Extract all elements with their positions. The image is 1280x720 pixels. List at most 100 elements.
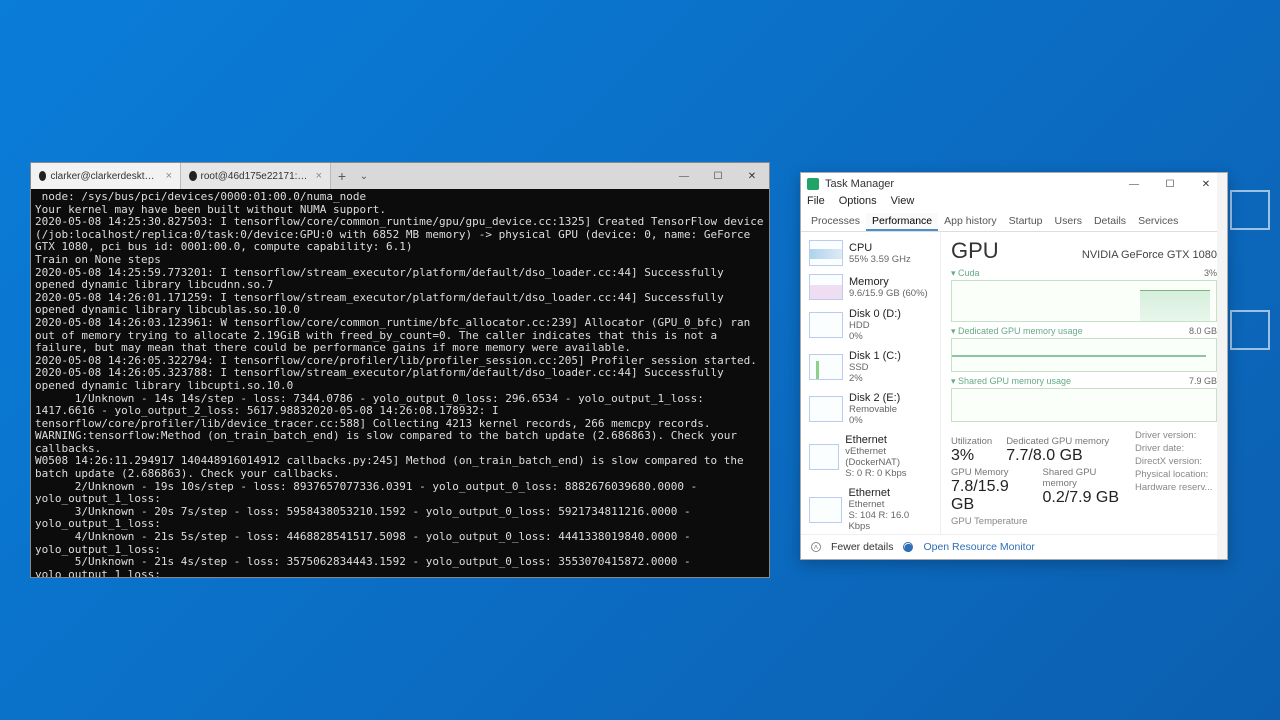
- fewer-details-link[interactable]: Fewer details: [831, 541, 893, 553]
- graph-label[interactable]: ▾ Shared GPU memory usage: [951, 376, 1071, 387]
- stat-label: Shared GPU memory: [1043, 467, 1125, 489]
- terminal-tab-label: root@46d175e22171: /mnt/c/U...: [201, 171, 310, 182]
- terminal-tabbar: clarker@clarkerdesktop: /mnt/c... × root…: [31, 163, 769, 189]
- gpu-model: NVIDIA GeForce GTX 1080: [1082, 249, 1217, 261]
- stat-value: 7.8/15.9 GB: [951, 478, 1029, 514]
- menu-view[interactable]: View: [891, 195, 915, 211]
- close-button[interactable]: ✕: [735, 163, 769, 189]
- device-name: Disk 1 (C:): [849, 350, 901, 362]
- graph-label[interactable]: ▾ Cuda: [951, 268, 980, 279]
- device-sub: HDD: [849, 320, 901, 331]
- device-name: Ethernet: [848, 487, 932, 499]
- sidebar-item-5[interactable]: EthernetvEthernet (DockerNAT)S: 0 R: 0 K…: [801, 430, 940, 483]
- sidebar-item-1[interactable]: Memory9.6/15.9 GB (60%): [801, 270, 940, 304]
- taskmanager-main: GPU NVIDIA GeForce GTX 1080 ▾ Cuda 3% ▾ De…: [941, 232, 1227, 534]
- tab-performance[interactable]: Performance: [866, 213, 938, 231]
- sidebar-item-6[interactable]: EthernetEthernetS: 104 R: 16.0 Kbps: [801, 483, 940, 534]
- sidebar-item-3[interactable]: Disk 1 (C:)SSD2%: [801, 346, 940, 388]
- graph-cuda[interactable]: [951, 280, 1217, 322]
- taskmanager-sidebar[interactable]: CPU55% 3.59 GHzMemory9.6/15.9 GB (60%)Di…: [801, 232, 941, 534]
- device-name: Ethernet: [845, 434, 932, 446]
- device-sub: 55% 3.59 GHz: [849, 254, 911, 265]
- graph-label[interactable]: ▾ Dedicated GPU memory usage: [951, 326, 1083, 337]
- sidebar-item-0[interactable]: CPU55% 3.59 GHz: [801, 236, 940, 270]
- terminal-output[interactable]: node: /sys/bus/pci/devices/0000:01:00.0/…: [31, 189, 769, 577]
- graph-ded[interactable]: [951, 338, 1217, 372]
- device-name: Memory: [849, 276, 928, 288]
- device-sub2: S: 104 R: 16.0 Kbps: [848, 510, 932, 532]
- taskmanager-footer: ˄ Fewer details ⬤ Open Resource Monitor: [801, 534, 1227, 559]
- device-thumb: [809, 354, 843, 380]
- tab-startup[interactable]: Startup: [1003, 213, 1049, 231]
- maximize-button[interactable]: ☐: [701, 163, 735, 189]
- stat-label: GPU Memory: [951, 467, 1029, 478]
- taskmanager-tabs: ProcessesPerformanceApp historyStartupUs…: [801, 211, 1227, 232]
- taskmanager-window: Task Manager — ☐ ✕ File Options View Pro…: [800, 172, 1228, 560]
- tab-processes[interactable]: Processes: [805, 213, 866, 231]
- minimize-button[interactable]: —: [1119, 179, 1149, 190]
- graph-shr[interactable]: [951, 388, 1217, 422]
- device-name: Disk 0 (D:): [849, 308, 901, 320]
- device-thumb: [809, 274, 843, 300]
- stat-value: 0.2/7.9 GB: [1043, 489, 1125, 507]
- chevron-up-icon[interactable]: ˄: [811, 542, 821, 552]
- tab-close-icon[interactable]: ×: [164, 170, 172, 182]
- menu-file[interactable]: File: [807, 195, 825, 211]
- tab-close-icon[interactable]: ×: [314, 170, 322, 182]
- info-label: DirectX version:: [1135, 456, 1217, 467]
- device-thumb: [809, 312, 843, 338]
- sidebar-item-2[interactable]: Disk 0 (D:)HDD0%: [801, 304, 940, 346]
- sidebar-item-4[interactable]: Disk 2 (E:)Removable0%: [801, 388, 940, 430]
- stat-value: 7.7/8.0 GB: [1006, 447, 1109, 465]
- graph-max: 8.0 GB: [1189, 326, 1217, 337]
- stat-label: Utilization: [951, 436, 992, 447]
- taskmanager-titlebar[interactable]: Task Manager — ☐ ✕: [801, 173, 1227, 195]
- maximize-button[interactable]: ☐: [1155, 179, 1185, 190]
- resource-monitor-link[interactable]: Open Resource Monitor: [923, 541, 1034, 553]
- new-tab-button[interactable]: +: [331, 163, 353, 189]
- info-label: Driver date:: [1135, 443, 1217, 454]
- terminal-window: clarker@clarkerdesktop: /mnt/c... × root…: [30, 162, 770, 578]
- device-thumb: [809, 396, 843, 422]
- device-sub: Ethernet: [848, 499, 932, 510]
- menubar: File Options View: [801, 195, 1227, 211]
- info-label: Hardware reserv...: [1135, 482, 1217, 493]
- device-sub: 9.6/15.9 GB (60%): [849, 288, 928, 299]
- device-thumb: [809, 444, 839, 470]
- stat-value: 3%: [951, 447, 992, 465]
- device-sub2: S: 0 R: 0 Kbps: [845, 468, 932, 479]
- device-sub2: 2%: [849, 373, 901, 384]
- gpu-temp-label: GPU Temperature: [951, 516, 1125, 527]
- info-label: Driver version:: [1135, 430, 1217, 441]
- device-sub: Removable: [849, 404, 900, 415]
- taskmanager-title: Task Manager: [825, 178, 894, 190]
- taskmanager-icon: [807, 178, 819, 190]
- resmon-icon: ⬤: [903, 542, 913, 552]
- device-name: Disk 2 (E:): [849, 392, 900, 404]
- device-sub2: 0%: [849, 415, 900, 426]
- device-name: CPU: [849, 242, 911, 254]
- device-sub: vEthernet (DockerNAT): [845, 446, 932, 468]
- device-thumb: [809, 240, 843, 266]
- window-controls: — ☐ ✕: [667, 163, 769, 189]
- terminal-tab-1[interactable]: root@46d175e22171: /mnt/c/U... ×: [181, 163, 331, 189]
- tux-icon: [39, 171, 46, 181]
- device-thumb: [809, 497, 842, 523]
- device-sub: SSD: [849, 362, 901, 373]
- tab-details[interactable]: Details: [1088, 213, 1132, 231]
- menu-options[interactable]: Options: [839, 195, 877, 211]
- info-label: Physical location:: [1135, 469, 1217, 480]
- tab-services[interactable]: Services: [1132, 213, 1184, 231]
- gpu-heading: GPU: [951, 238, 999, 264]
- tux-icon: [189, 171, 197, 181]
- device-sub2: 0%: [849, 331, 901, 342]
- tab-users[interactable]: Users: [1049, 213, 1088, 231]
- tab-app-history[interactable]: App history: [938, 213, 1003, 231]
- terminal-tab-label: clarker@clarkerdesktop: /mnt/c...: [50, 171, 159, 182]
- terminal-tab-0[interactable]: clarker@clarkerdesktop: /mnt/c... ×: [31, 163, 181, 189]
- graph-max: 7.9 GB: [1189, 376, 1217, 387]
- graph-max: 3%: [1204, 268, 1217, 279]
- minimize-button[interactable]: —: [667, 163, 701, 189]
- stat-label: Dedicated GPU memory: [1006, 436, 1109, 447]
- tab-dropdown-icon[interactable]: ⌄: [353, 163, 375, 189]
